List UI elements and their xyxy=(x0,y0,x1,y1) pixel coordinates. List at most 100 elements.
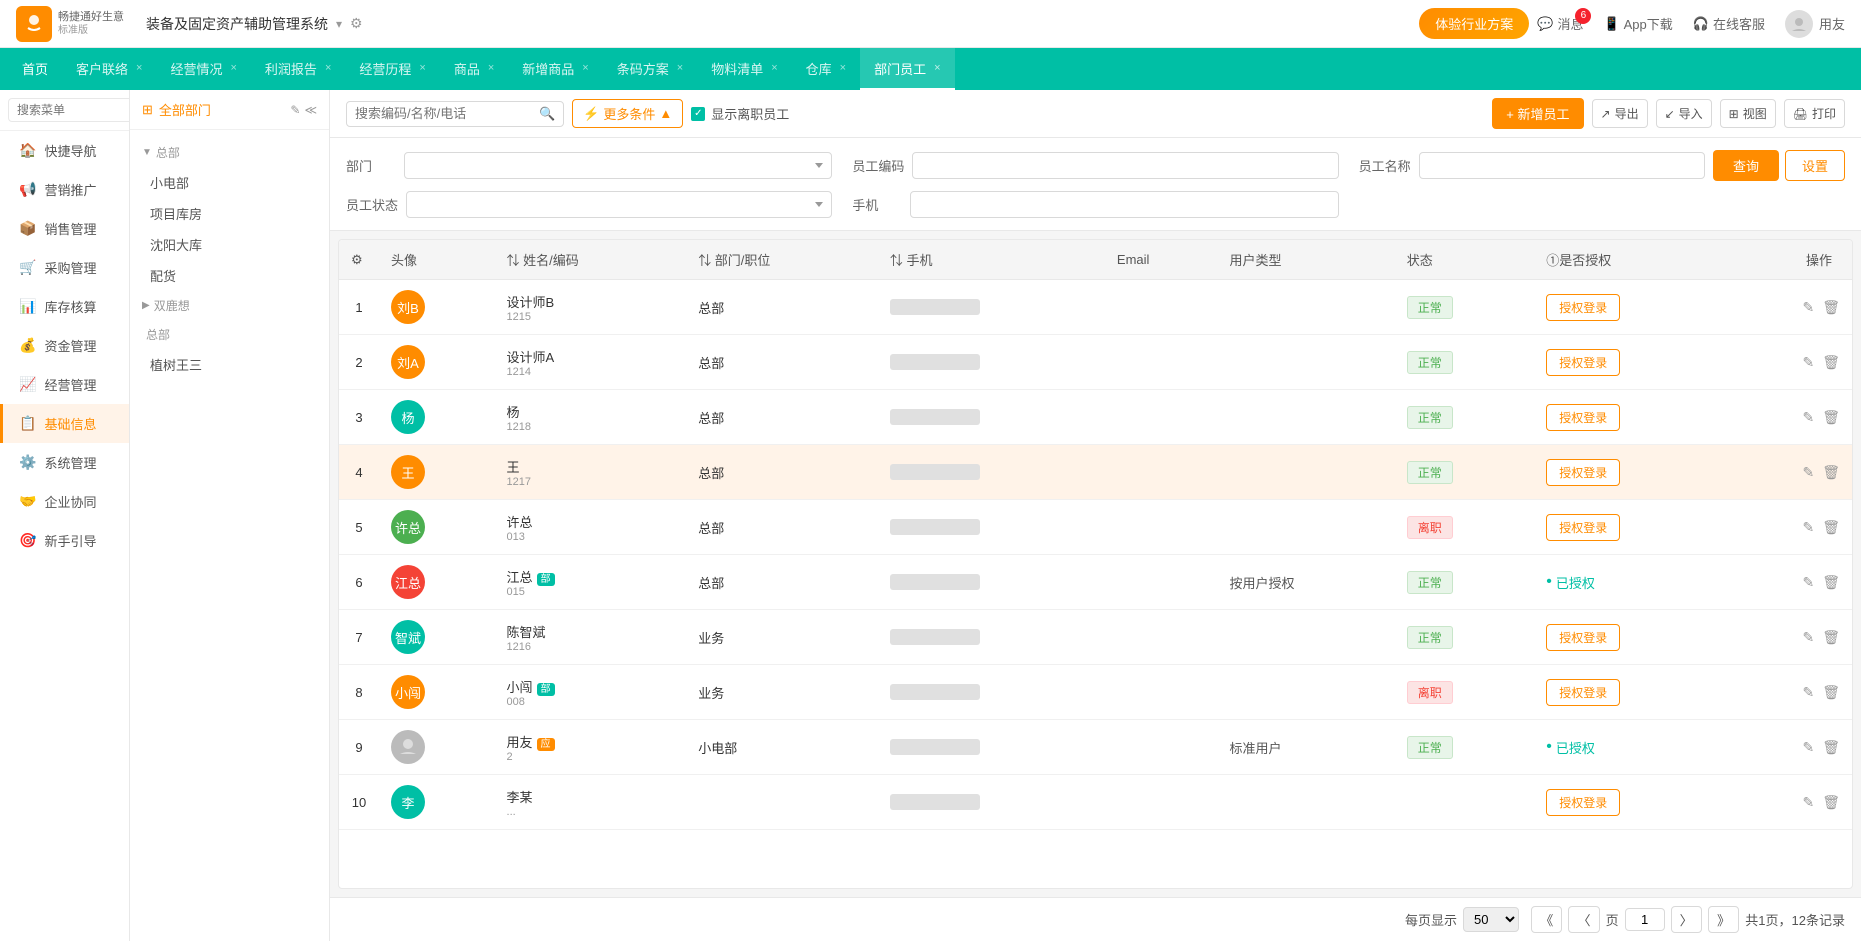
dept-edit-icon[interactable]: ✎ xyxy=(290,103,300,117)
user-area[interactable]: 用友 xyxy=(1785,10,1845,38)
tab-dept-staff[interactable]: 部门员工 × xyxy=(860,48,954,90)
tab-home[interactable]: 首页 xyxy=(8,48,62,90)
prev-page-button[interactable]: 〈 xyxy=(1568,906,1599,933)
more-filter-btn[interactable]: ⚡ 更多条件 ▲ xyxy=(572,99,683,128)
sidebar-item-finance[interactable]: 💰 资金管理 xyxy=(0,326,129,365)
col-settings[interactable]: ⚙ xyxy=(339,240,379,280)
tab-barcode[interactable]: 条码方案 × xyxy=(603,48,697,90)
filter-empname-input[interactable] xyxy=(1419,152,1705,179)
delete-icon[interactable]: 🗑 xyxy=(1822,409,1840,426)
close-icon[interactable]: × xyxy=(934,62,940,74)
view-button[interactable]: ⊞ 视图 xyxy=(1720,99,1776,128)
last-page-button[interactable]: 》 xyxy=(1708,906,1739,933)
close-icon[interactable]: × xyxy=(582,62,588,74)
import-button[interactable]: ↙ 导入 xyxy=(1656,99,1712,128)
first-page-button[interactable]: 《 xyxy=(1531,906,1562,933)
edit-icon[interactable]: ✎ xyxy=(1802,794,1814,811)
filter-dept-select[interactable] xyxy=(404,152,832,179)
dept-group-shuanglu[interactable]: ▶ 双鹿想 xyxy=(130,291,329,320)
delete-icon[interactable]: 🗑 xyxy=(1822,354,1840,371)
delete-icon[interactable]: 🗑 xyxy=(1822,299,1840,316)
message-icon[interactable]: 💬 消息 6 xyxy=(1537,14,1583,33)
gear-icon[interactable]: ⚙ xyxy=(350,15,363,32)
delete-icon[interactable]: 🗑 xyxy=(1822,629,1840,646)
dept-item-xiaodianbu[interactable]: 小电部 xyxy=(130,167,329,198)
sidebar-item-marketing[interactable]: 📢 营销推广 xyxy=(0,170,129,209)
edit-icon[interactable]: ✎ xyxy=(1802,684,1814,701)
edit-icon[interactable]: ✎ xyxy=(1802,409,1814,426)
page-size-select[interactable]: 50 100 xyxy=(1463,907,1519,932)
page-input[interactable] xyxy=(1625,908,1665,931)
filter-empcode-input[interactable] xyxy=(912,152,1338,179)
close-icon[interactable]: × xyxy=(488,62,494,74)
col-dept-position[interactable]: ⇅ 部门/职位 xyxy=(686,240,878,280)
close-icon[interactable]: × xyxy=(230,62,236,74)
delete-icon[interactable]: 🗑 xyxy=(1822,684,1840,701)
dept-item-zhishu[interactable]: 植树王三 xyxy=(130,349,329,380)
search-input[interactable] xyxy=(8,98,130,122)
close-icon[interactable]: × xyxy=(677,62,683,74)
show-resigned-checkbox[interactable]: ✓ 显示离职员工 xyxy=(691,104,789,123)
auth-login-button[interactable]: 授权登录 xyxy=(1546,349,1620,376)
close-icon[interactable]: × xyxy=(771,62,777,74)
tab-bom[interactable]: 物料清单 × xyxy=(697,48,791,90)
dept-group-zongbu2[interactable]: 总部 xyxy=(130,320,329,349)
search-action-button[interactable]: 查询 xyxy=(1713,150,1779,181)
sidebar-item-system[interactable]: ⚙️ 系统管理 xyxy=(0,443,129,482)
sidebar-item-collab[interactable]: 🤝 企业协同 xyxy=(0,482,129,521)
close-icon[interactable]: × xyxy=(840,62,846,74)
col-phone[interactable]: ⇅ 手机 xyxy=(878,240,1105,280)
sidebar-item-purchase[interactable]: 🛒 采购管理 xyxy=(0,248,129,287)
next-page-button[interactable]: 〉 xyxy=(1671,906,1702,933)
trial-button[interactable]: 体验行业方案 xyxy=(1419,8,1529,39)
filter-empstatus-select[interactable] xyxy=(406,191,832,218)
dept-item-shenyang[interactable]: 沈阳大库 xyxy=(130,229,329,260)
edit-icon[interactable]: ✎ xyxy=(1802,464,1814,481)
delete-icon[interactable]: 🗑 xyxy=(1822,464,1840,481)
delete-icon[interactable]: 🗑 xyxy=(1822,519,1840,536)
sidebar-item-operation[interactable]: 📈 经营管理 xyxy=(0,365,129,404)
dept-group-zongbu[interactable]: ▼ 总部 xyxy=(130,138,329,167)
close-icon[interactable]: × xyxy=(136,62,142,74)
edit-icon[interactable]: ✎ xyxy=(1802,519,1814,536)
edit-icon[interactable]: ✎ xyxy=(1802,739,1814,756)
dept-collapse-icon[interactable]: ≪ xyxy=(304,103,317,117)
close-icon[interactable]: × xyxy=(325,62,331,74)
tab-goods[interactable]: 商品 × xyxy=(440,48,508,90)
sidebar-item-sales[interactable]: 📦 销售管理 xyxy=(0,209,129,248)
delete-icon[interactable]: 🗑 xyxy=(1822,574,1840,591)
tab-operation-status[interactable]: 经营情况 × xyxy=(156,48,250,90)
sidebar-item-basic-info[interactable]: 📋 基础信息 xyxy=(0,404,129,443)
auth-login-button[interactable]: 授权登录 xyxy=(1546,404,1620,431)
dept-item-peihuo[interactable]: 配货 xyxy=(130,260,329,291)
col-name-code[interactable]: ⇅ 姓名/编码 xyxy=(495,240,687,280)
sidebar-item-guide[interactable]: 🎯 新手引导 xyxy=(0,521,129,560)
edit-icon[interactable]: ✎ xyxy=(1802,354,1814,371)
auth-login-button[interactable]: 授权登录 xyxy=(1546,459,1620,486)
auth-login-button[interactable]: 授权登录 xyxy=(1546,294,1620,321)
print-button[interactable]: 🖨 打印 xyxy=(1784,99,1845,128)
edit-icon[interactable]: ✎ xyxy=(1802,574,1814,591)
online-service-link[interactable]: 🎧 在线客服 xyxy=(1693,14,1765,33)
tab-operation-history[interactable]: 经营历程 × xyxy=(345,48,439,90)
sidebar-item-inventory[interactable]: 📊 库存核算 xyxy=(0,287,129,326)
delete-icon[interactable]: 🗑 xyxy=(1822,794,1840,811)
tab-warehouse[interactable]: 仓库 × xyxy=(792,48,860,90)
export-button[interactable]: ↗ 导出 xyxy=(1592,99,1648,128)
close-icon[interactable]: × xyxy=(419,62,425,74)
reset-button[interactable]: 设置 xyxy=(1785,150,1845,181)
edit-icon[interactable]: ✎ xyxy=(1802,299,1814,316)
auth-login-button[interactable]: 授权登录 xyxy=(1546,624,1620,651)
app-download-link[interactable]: 📱 App下载 xyxy=(1603,14,1672,33)
filter-phone-input[interactable] xyxy=(910,191,1338,218)
search-icon[interactable]: 🔍 xyxy=(539,106,555,122)
sidebar-item-quick-nav[interactable]: 🏠 快捷导航 xyxy=(0,131,129,170)
tab-profit-report[interactable]: 利润报告 × xyxy=(251,48,345,90)
delete-icon[interactable]: 🗑 xyxy=(1822,739,1840,756)
auth-login-button[interactable]: 授权登录 xyxy=(1546,679,1620,706)
auth-login-button[interactable]: 授权登录 xyxy=(1546,514,1620,541)
dropdown-arrow-icon[interactable]: ▾ xyxy=(336,17,342,31)
auth-login-button[interactable]: 授权登录 xyxy=(1546,789,1620,816)
add-employee-button[interactable]: + 新增员工 xyxy=(1492,98,1583,129)
tab-customer[interactable]: 客户联络 × xyxy=(62,48,156,90)
